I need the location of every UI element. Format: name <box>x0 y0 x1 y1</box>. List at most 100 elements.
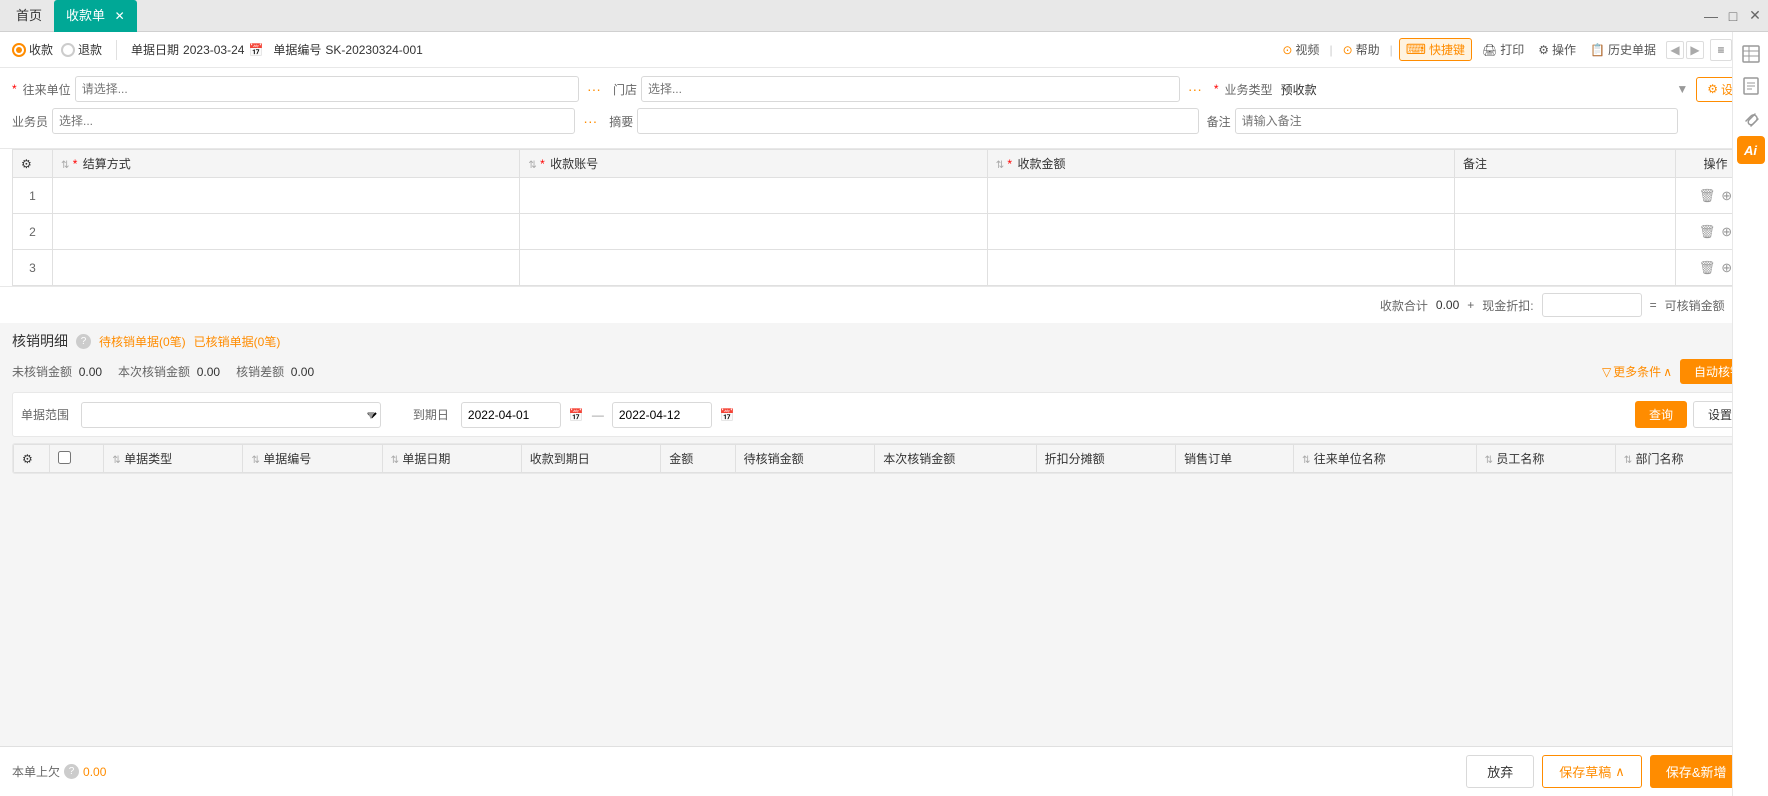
bottom-table-header: ⚙ ⇅ 单据类型 ⇅ 单据编号 <box>14 445 1755 473</box>
top-toolbar: 收款 退款 单据日期 2023-03-24 📅 单据编号 SK-20230324… <box>0 32 1768 68</box>
receipt-account-2[interactable] <box>520 214 987 250</box>
tab-home[interactable]: 首页 <box>4 0 54 32</box>
th-sales-order: 销售订单 <box>1176 445 1294 473</box>
delete-icon-2[interactable]: 🗑 <box>1699 224 1716 240</box>
sort-doc-type[interactable]: ⇅ <box>112 455 120 466</box>
th-settle-method: ⇅ * 结算方式 <box>53 150 520 178</box>
copy-icon-3[interactable]: ⊕ <box>1721 260 1732 276</box>
nav-arrows: ◀ ▶ <box>1666 41 1704 59</box>
settle-method-1[interactable] <box>53 178 520 214</box>
discount-input[interactable] <box>1542 293 1642 317</box>
panel-table-icon[interactable] <box>1737 40 1765 68</box>
minimize-button[interactable]: — <box>1702 7 1720 25</box>
table-row: 3 🗑 ⊕ <box>13 250 1756 286</box>
tab-bar: 首页 收款单 ✕ — □ ✕ <box>0 0 1768 32</box>
th-receipt-account: ⇅ * 收款账号 <box>520 150 987 178</box>
receipt-amount-3[interactable] <box>987 250 1454 286</box>
tab-close-icon[interactable]: ✕ <box>115 9 125 23</box>
date-from-calendar-icon[interactable]: 📅 <box>569 408 584 422</box>
footer: 本单上欠 ? 0.00 放弃 保存草稿 ∧ 保存&新增 ∧ <box>0 746 1768 796</box>
pending-tab[interactable]: 待核销单据(0笔) <box>99 333 186 350</box>
refund-radio[interactable]: 退款 <box>61 41 102 58</box>
copy-icon-1[interactable]: ⊕ <box>1721 188 1732 204</box>
help-icon: ⊙ <box>1343 43 1353 57</box>
query-button[interactable]: 查询 <box>1635 401 1687 428</box>
salesperson-input[interactable] <box>52 108 575 134</box>
receipt-radio-dot <box>12 43 26 57</box>
panel-attachment-icon[interactable] <box>1737 104 1765 132</box>
shortcut-button[interactable]: ⌨ 快捷键 <box>1399 38 1472 61</box>
video-button[interactable]: ⊙ 视频 <box>1278 39 1323 60</box>
discard-button[interactable]: 放弃 <box>1466 755 1534 788</box>
sort-icon-amount[interactable]: ⇅ <box>996 160 1004 171</box>
select-all-checkbox[interactable] <box>58 451 71 464</box>
gear-icon[interactable]: ⚙ <box>21 157 32 171</box>
counterpart-input[interactable] <box>75 76 579 102</box>
counterpart-field: * 往来单位 ··· <box>12 76 605 102</box>
help-button[interactable]: ⊙ 帮助 <box>1339 39 1384 60</box>
operation-button[interactable]: ⚙ 操作 <box>1534 39 1580 60</box>
store-input[interactable] <box>641 76 1180 102</box>
sort-counterpart[interactable]: ⇅ <box>1302 455 1310 466</box>
receipt-amount-1[interactable] <box>987 178 1454 214</box>
date-from-input[interactable] <box>461 402 561 428</box>
remark-2[interactable] <box>1455 214 1676 250</box>
right-panel: Ai <box>1732 32 1768 796</box>
remark-field: 备注 <box>1207 108 1678 134</box>
sort-employee[interactable]: ⇅ <box>1485 455 1493 466</box>
maximize-button[interactable]: □ <box>1724 7 1742 25</box>
sort-icon-settle[interactable]: ⇅ <box>61 160 69 171</box>
receipt-account-1[interactable] <box>520 178 987 214</box>
diff-label: 核销差额 0.00 <box>236 363 314 380</box>
toolbar-divider <box>116 40 117 60</box>
sort-icon-account[interactable]: ⇅ <box>528 160 536 171</box>
save-draft-button[interactable]: 保存草稿 ∧ <box>1542 755 1642 788</box>
receipt-amount-2[interactable] <box>987 214 1454 250</box>
nav-next-button[interactable]: ▶ <box>1686 41 1704 59</box>
layout-list-button[interactable]: ≡ <box>1710 39 1732 61</box>
business-type-chevron-icon[interactable]: ▼ <box>1676 82 1688 96</box>
delete-icon-3[interactable]: 🗑 <box>1699 260 1716 276</box>
print-button[interactable]: 🖨 打印 <box>1478 39 1528 60</box>
form-row-2: 业务员 ··· 摘要 备注 <box>12 108 1756 134</box>
counterpart-more-button[interactable]: ··· <box>583 81 605 97</box>
store-more-button[interactable]: ··· <box>1184 81 1206 97</box>
receipt-table: ⚙ ⇅ * 结算方式 ⇅ * 收款账号 ⇅ * 收款 <box>12 149 1756 286</box>
nav-prev-button[interactable]: ◀ <box>1666 41 1684 59</box>
receipt-account-3[interactable] <box>520 250 987 286</box>
tab-receipt[interactable]: 收款单 ✕ <box>54 0 137 32</box>
delete-icon-1[interactable]: 🗑 <box>1699 188 1716 204</box>
panel-ai-icon[interactable]: Ai <box>1737 136 1765 164</box>
range-chevron-icon: ▼ <box>365 408 377 422</box>
history-button[interactable]: 📋 历史单据 <box>1586 39 1660 60</box>
th-current-amount: 本次核销金额 <box>875 445 1036 473</box>
summary-input[interactable] <box>637 108 1198 134</box>
table-header-row: ⚙ ⇅ * 结算方式 ⇅ * 收款账号 ⇅ * 收款 <box>13 150 1756 178</box>
settle-method-2[interactable] <box>53 214 520 250</box>
info-icon[interactable]: ? <box>76 334 91 349</box>
salesperson-field: 业务员 ··· <box>12 108 601 134</box>
verification-stats: 未核销金额 0.00 本次核销金额 0.00 核销差额 0.00 ▽ 更多条件 … <box>12 359 1756 384</box>
summary-field: 摘要 <box>609 108 1198 134</box>
sort-dept[interactable]: ⇅ <box>1624 455 1632 466</box>
copy-icon-2[interactable]: ⊕ <box>1721 224 1732 240</box>
remark-1[interactable] <box>1455 178 1676 214</box>
settle-method-3[interactable] <box>53 250 520 286</box>
verified-tab[interactable]: 已核销单据(0笔) <box>194 333 281 350</box>
form-area: * 往来单位 ··· 门店 ··· * 业务类型 预收款 ▼ ⚙ 设置 <box>0 68 1768 149</box>
calendar-icon[interactable]: 📅 <box>248 43 263 57</box>
sort-doc-date[interactable]: ⇅ <box>391 455 399 466</box>
date-to-calendar-icon[interactable]: 📅 <box>720 408 735 422</box>
sort-doc-number[interactable]: ⇅ <box>251 455 259 466</box>
remark-3[interactable] <box>1455 250 1676 286</box>
receipt-radio[interactable]: 收款 <box>12 41 53 58</box>
footer-info-icon[interactable]: ? <box>64 764 79 779</box>
gear-icon-2[interactable]: ⚙ <box>22 452 33 466</box>
more-conditions-button[interactable]: ▽ 更多条件 ∧ <box>1602 363 1672 380</box>
range-select[interactable] <box>81 402 381 428</box>
remark-input[interactable] <box>1235 108 1678 134</box>
date-to-input[interactable] <box>612 402 712 428</box>
salesperson-more-button[interactable]: ··· <box>579 113 601 129</box>
close-button[interactable]: ✕ <box>1746 7 1764 25</box>
panel-document-icon[interactable] <box>1737 72 1765 100</box>
